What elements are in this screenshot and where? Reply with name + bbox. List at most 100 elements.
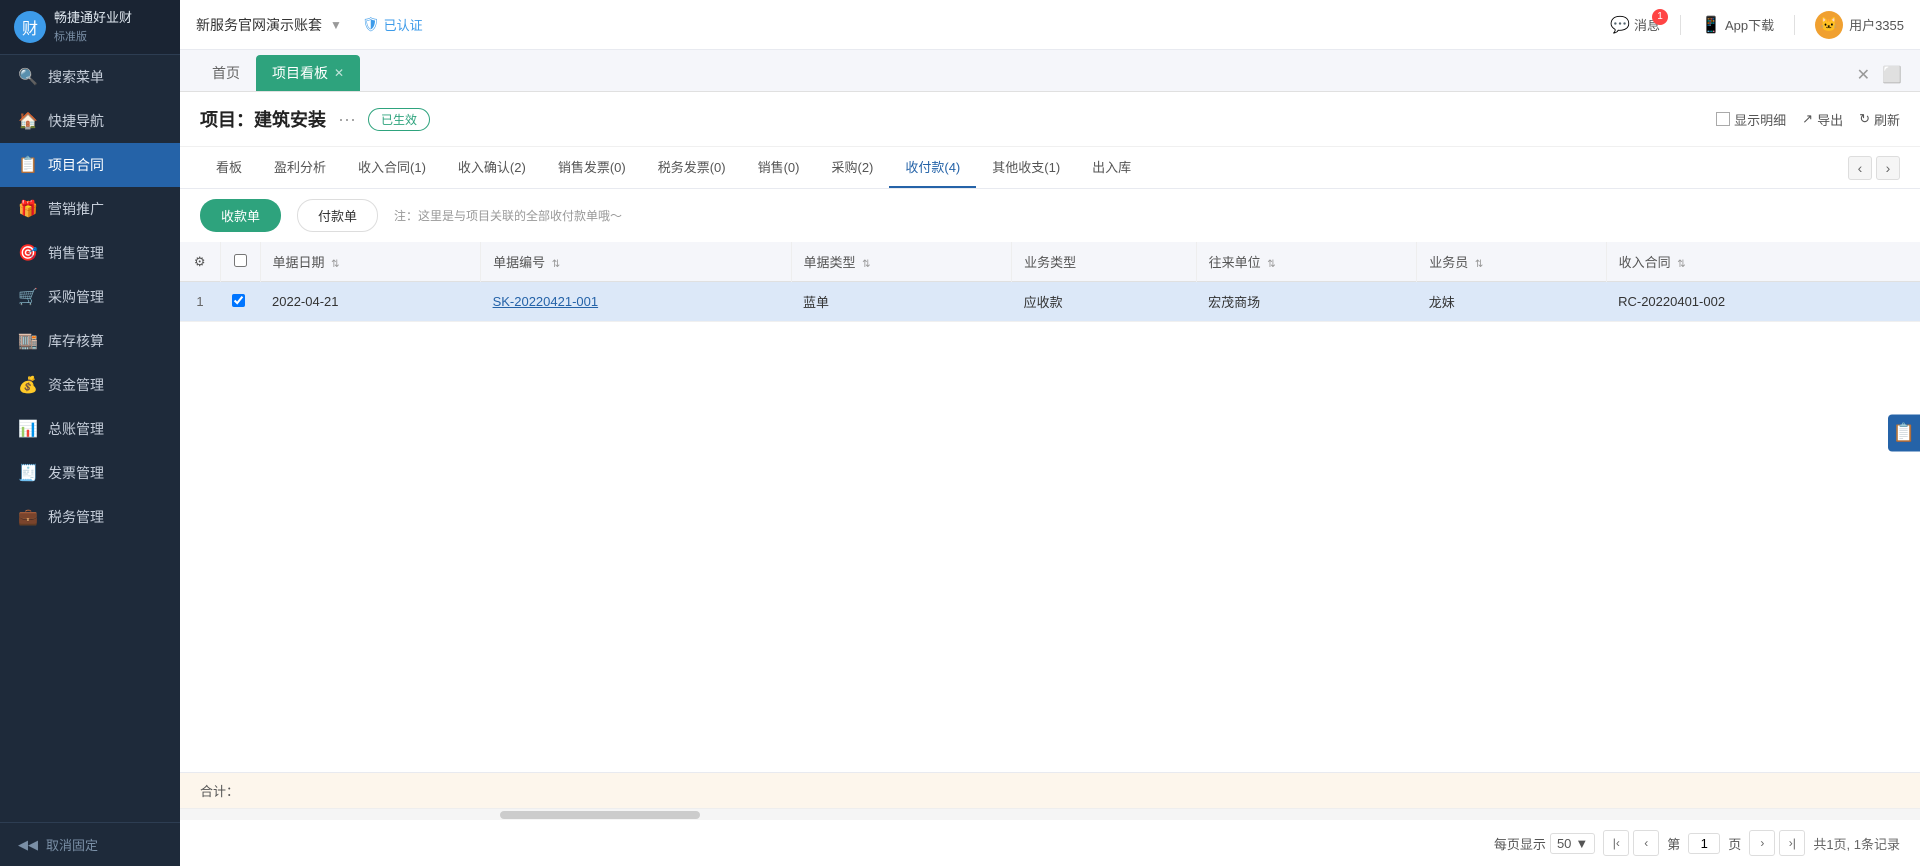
sidebar-item-inventory[interactable]: 🏬 库存核算 [0,319,180,363]
sub-tab-profit[interactable]: 盈利分析 [258,147,342,188]
sub-tab-income-contract[interactable]: 收入合同(1) [342,147,442,188]
tab-close-icon[interactable]: ✕ [334,66,344,80]
refresh-icon: ↻ [1859,111,1870,127]
topbar-verified-label: 已认证 [384,15,423,34]
receipt-btn[interactable]: 收款单 [200,199,281,232]
th-code: 单据编号 ⇅ [481,242,791,282]
sidebar-item-sales[interactable]: 🎯 销售管理 [0,231,180,275]
td-biz-type: 应收款 [1012,282,1197,322]
tab-project-board[interactable]: 项目看板 ✕ [256,55,360,91]
td-code[interactable]: SK-20220421-001 [481,282,791,322]
sidebar-item-finance[interactable]: 💰 资金管理 [0,363,180,407]
sidebar-footer-label: 取消固定 [46,835,98,854]
sub-tab-tax-invoice[interactable]: 税务发票(0) [642,147,742,188]
tab-home-label: 首页 [212,63,240,83]
th-settings[interactable]: ⚙ [180,242,220,282]
cart-icon: 🛒 [18,287,38,307]
sidebar-item-label: 税务管理 [48,507,104,527]
select-all-checkbox[interactable] [234,254,247,267]
sidebar-item-marketing[interactable]: 🎁 营销推广 [0,187,180,231]
sub-tab-kanban[interactable]: 看板 [200,147,258,188]
sidebar-item-quicknav[interactable]: 🏠 快捷导航 [0,99,180,143]
sidebar-item-invoice[interactable]: 🧾 发票管理 [0,451,180,495]
td-date: 2022-04-21 [260,282,481,322]
sub-tab-other-expenses[interactable]: 其他收支(1) [976,147,1076,188]
sub-tab-income-confirm[interactable]: 收入确认(2) [442,147,542,188]
sidebar-item-tax[interactable]: 💼 税务管理 [0,495,180,539]
page-header-actions: 显示明细 ↗ 导出 ↻ 刷新 [1716,110,1900,129]
sub-tabs-next[interactable]: › [1876,156,1900,180]
app-logo-icon: 财 [14,11,46,43]
sub-tab-sales-invoice[interactable]: 销售发票(0) [542,147,642,188]
next-page-button[interactable]: › [1749,830,1775,856]
th-contract: 收入合同 ⇅ [1606,242,1920,282]
payment-btn[interactable]: 付款单 [297,199,378,232]
sub-tab-receipts[interactable]: 收付款(4) [889,147,976,188]
user-menu-button[interactable]: 🐱 用户3355 [1815,11,1904,39]
first-page-button[interactable]: |‹ [1603,830,1629,856]
sort-type-icon[interactable]: ⇅ [862,259,870,270]
tab-home[interactable]: 首页 [196,55,256,91]
sort-salesman-icon[interactable]: ⇅ [1475,259,1483,270]
sidebar-item-projectcontract[interactable]: 📋 项目合同 [0,143,180,187]
float-action-icon: 📋 [1893,423,1915,444]
page-label: 第 [1667,834,1680,853]
sub-tab-sales[interactable]: 销售(0) [742,147,816,188]
tax-icon: 💼 [18,507,38,527]
show-detail-checkbox[interactable] [1716,112,1730,126]
per-page-dropdown[interactable]: 50 ▼ [1550,833,1595,854]
sort-date-icon[interactable]: ⇅ [331,259,339,270]
window-close-icon[interactable]: ✕ [1855,63,1872,87]
sub-tab-purchase[interactable]: 采购(2) [815,147,889,188]
sidebar-item-label: 发票管理 [48,463,104,483]
table-row[interactable]: 1 2022-04-21 SK-20220421-001 蓝单 [180,282,1920,322]
app-download-button[interactable]: 📱 App下载 [1701,15,1774,35]
sidebar-unpin-button[interactable]: ◀◀ 取消固定 [0,822,180,866]
sidebar-logo: 财 畅捷通好业财 标准版 [0,0,180,55]
sort-code-icon[interactable]: ⇅ [552,259,560,270]
window-maximize-icon[interactable]: ⬜ [1880,63,1904,87]
td-check [220,282,260,322]
topbar-dropdown-icon[interactable]: ▼ [330,18,342,32]
refresh-label: 刷新 [1874,110,1900,129]
page-nav: |‹ ‹ 第 页 › ›| [1603,830,1805,856]
topbar-verified: 🛡 已认证 [362,15,423,34]
phone-icon: 📱 [1701,15,1721,35]
row-checkbox[interactable] [232,294,245,307]
page-number-input[interactable] [1688,833,1720,854]
scrollbar-thumb[interactable] [500,811,700,819]
sort-unit-icon[interactable]: ⇅ [1267,259,1275,270]
project-icon: 📋 [18,155,38,175]
export-icon: ↗ [1802,111,1813,127]
sidebar-logo-info: 畅捷通好业财 标准版 [54,10,132,45]
unpin-icon: ◀◀ [18,837,38,853]
th-salesman: 业务员 ⇅ [1417,242,1606,282]
warehouse-icon: 🏬 [18,331,38,351]
sidebar-item-purchase[interactable]: 🛒 采购管理 [0,275,180,319]
sub-tabs-prev[interactable]: ‹ [1848,156,1872,180]
export-button[interactable]: ↗ 导出 [1802,110,1843,129]
sort-contract-icon[interactable]: ⇅ [1677,259,1685,270]
last-page-button[interactable]: ›| [1779,830,1805,856]
sidebar-item-label: 快捷导航 [48,111,104,131]
sub-tabs-nav: ‹ › [1848,147,1900,188]
main-content: 新服务官网演示账套 ▼ 🛡 已认证 💬 消息 1 📱 App下载 🐱 用户335… [180,0,1920,866]
td-salesman: 龙妹 [1417,282,1606,322]
refresh-button[interactable]: ↻ 刷新 [1859,110,1900,129]
table-header-row: ⚙ 单据日期 ⇅ 单据编号 ⇅ 单据类型 [180,242,1920,282]
page-header: 项目：建筑安装 ··· 已生效 显示明细 ↗ 导出 ↻ 刷新 [180,92,1920,147]
scrollbar-row [180,808,1920,820]
sidebar-scroll: 🔍 搜索菜单 🏠 快捷导航 📋 项目合同 🎁 营销推广 🎯 销售管理 🛒 采购管… [0,55,180,822]
sidebar-item-search[interactable]: 🔍 搜索菜单 [0,55,180,99]
float-action-button[interactable]: 📋 [1888,415,1920,452]
more-options-button[interactable]: ··· [338,109,356,130]
message-button[interactable]: 💬 消息 1 [1610,15,1660,35]
sidebar-item-ledger[interactable]: 📊 总账管理 [0,407,180,451]
shield-icon: 🛡 [362,16,380,33]
sub-tab-inout[interactable]: 出入库 [1076,147,1147,188]
prev-page-button[interactable]: ‹ [1633,830,1659,856]
td-type: 蓝单 [791,282,1012,322]
page-prefix: 项目： [200,110,254,130]
show-detail-action[interactable]: 显示明细 [1716,110,1786,129]
sidebar-item-label: 资金管理 [48,375,104,395]
